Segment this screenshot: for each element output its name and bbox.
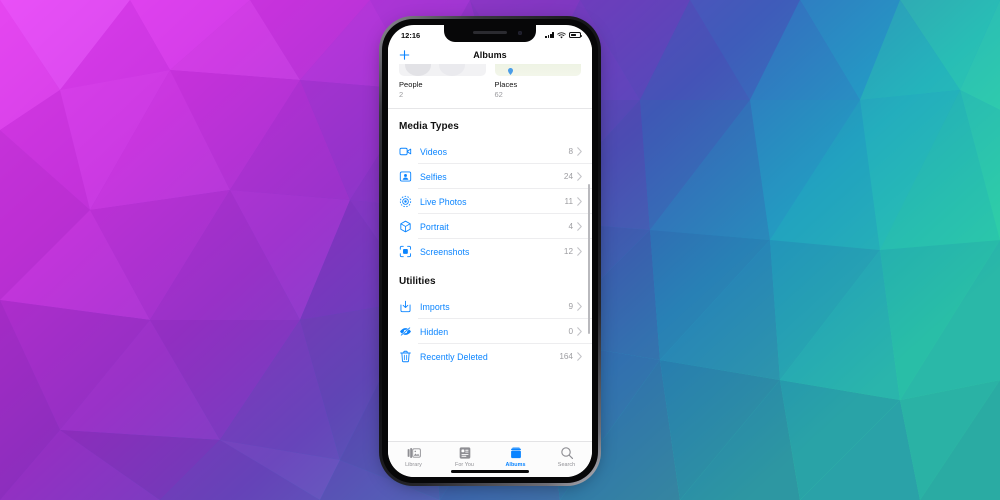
album-card-places[interactable]: Places 62 [494, 64, 581, 99]
list-item-label: Imports [420, 301, 450, 312]
list-item-label: Portrait [420, 221, 449, 232]
chevron-right-icon [577, 302, 582, 311]
video-camera-icon [399, 147, 412, 156]
album-name: Places [494, 80, 518, 89]
list-item-recently-deleted[interactable]: Recently Deleted 164 [388, 344, 592, 369]
navigation-bar: Albums [388, 45, 592, 64]
screenshot-icon [399, 245, 412, 258]
list-item-count: 4 [568, 222, 573, 231]
tab-search[interactable]: Search [541, 446, 592, 468]
album-name: People [399, 80, 423, 89]
list-item-count: 0 [568, 327, 573, 336]
tab-for-you[interactable]: For You [439, 446, 490, 468]
map-pin-icon [507, 68, 513, 75]
photos-library-icon [407, 448, 421, 458]
chevron-right-icon [577, 222, 582, 231]
section-header-utilities: Utilities [399, 276, 436, 287]
status-indicators [545, 31, 583, 39]
list-item-count: 12 [563, 247, 573, 256]
list-item-label: Selfies [420, 171, 447, 182]
live-photo-icon [399, 195, 412, 208]
selfie-person-icon [399, 171, 412, 182]
section-header-media-types: Media Types [399, 121, 459, 132]
device-bezel: 12:16 Albums People 2 Places 62 Media Ty… [382, 19, 598, 483]
cellular-signal-icon [545, 32, 554, 38]
search-icon [560, 447, 573, 460]
chevron-right-icon [577, 352, 582, 361]
list-item-label: Screenshots [420, 246, 470, 257]
list-item-imports[interactable]: Imports 9 [388, 294, 592, 319]
tab-label: Search [557, 462, 576, 468]
for-you-icon [459, 447, 470, 459]
people-thumbnail [399, 64, 486, 76]
device-frame: 12:16 Albums People 2 Places 62 Media Ty… [379, 16, 601, 486]
list-item-label: Recently Deleted [420, 351, 488, 362]
list-item-count: 11 [564, 197, 574, 206]
page-title: Albums [473, 49, 507, 60]
device-screen: 12:16 Albums People 2 Places 62 Media Ty… [388, 25, 592, 477]
album-card-people[interactable]: People 2 [399, 64, 486, 99]
list-item-selfies[interactable]: Selfies 24 [388, 164, 592, 189]
notch [444, 25, 536, 42]
album-count: 2 [399, 90, 404, 99]
list-item-hidden[interactable]: Hidden 0 [388, 319, 592, 344]
chevron-right-icon [577, 327, 582, 336]
list-item-label: Live Photos [420, 196, 467, 207]
status-time: 12:16 [401, 30, 421, 40]
albums-scroll-content[interactable]: People 2 Places 62 Media Types Videos 8 … [388, 64, 592, 441]
vertical-scrollbar[interactable] [588, 184, 590, 334]
list-item-label: Videos [420, 146, 448, 157]
chevron-right-icon [577, 147, 582, 156]
list-item-portrait[interactable]: Portrait 4 [388, 214, 592, 239]
tab-label: For You [455, 462, 474, 468]
tab-library[interactable]: Library [388, 446, 439, 468]
list-item-count: 9 [568, 302, 573, 311]
eye-slash-icon [400, 327, 411, 336]
wifi-icon [557, 31, 566, 38]
import-tray-icon [400, 300, 411, 313]
chevron-right-icon [577, 197, 582, 206]
list-item-count: 164 [559, 352, 573, 361]
list-item-label: Hidden [420, 326, 449, 337]
tab-label: Albums [505, 462, 526, 468]
plus-icon[interactable] [398, 48, 411, 61]
tab-albums[interactable]: Albums [490, 446, 541, 468]
album-count: 62 [494, 90, 503, 99]
list-item-screenshots[interactable]: Screenshots 12 [388, 239, 592, 264]
list-item-videos[interactable]: Videos 8 [388, 139, 592, 164]
iphone-device: 12:16 Albums People 2 Places 62 Media Ty… [379, 16, 601, 486]
list-item-count: 8 [568, 147, 573, 156]
albums-icon [510, 447, 521, 459]
trash-icon [400, 350, 411, 363]
list-item-count: 24 [563, 172, 573, 181]
tab-label: Library [405, 462, 422, 468]
portrait-cube-icon [400, 220, 411, 233]
home-indicator[interactable] [451, 470, 529, 473]
top-albums-row: People 2 Places 62 [388, 64, 592, 99]
list-item-live-photos[interactable]: Live Photos 11 [388, 189, 592, 214]
chevron-right-icon [577, 247, 582, 256]
chevron-right-icon [577, 172, 582, 181]
earpiece-speaker [473, 31, 507, 34]
battery-icon [569, 32, 583, 38]
map-thumbnail [494, 64, 581, 76]
front-camera-icon [518, 31, 522, 35]
